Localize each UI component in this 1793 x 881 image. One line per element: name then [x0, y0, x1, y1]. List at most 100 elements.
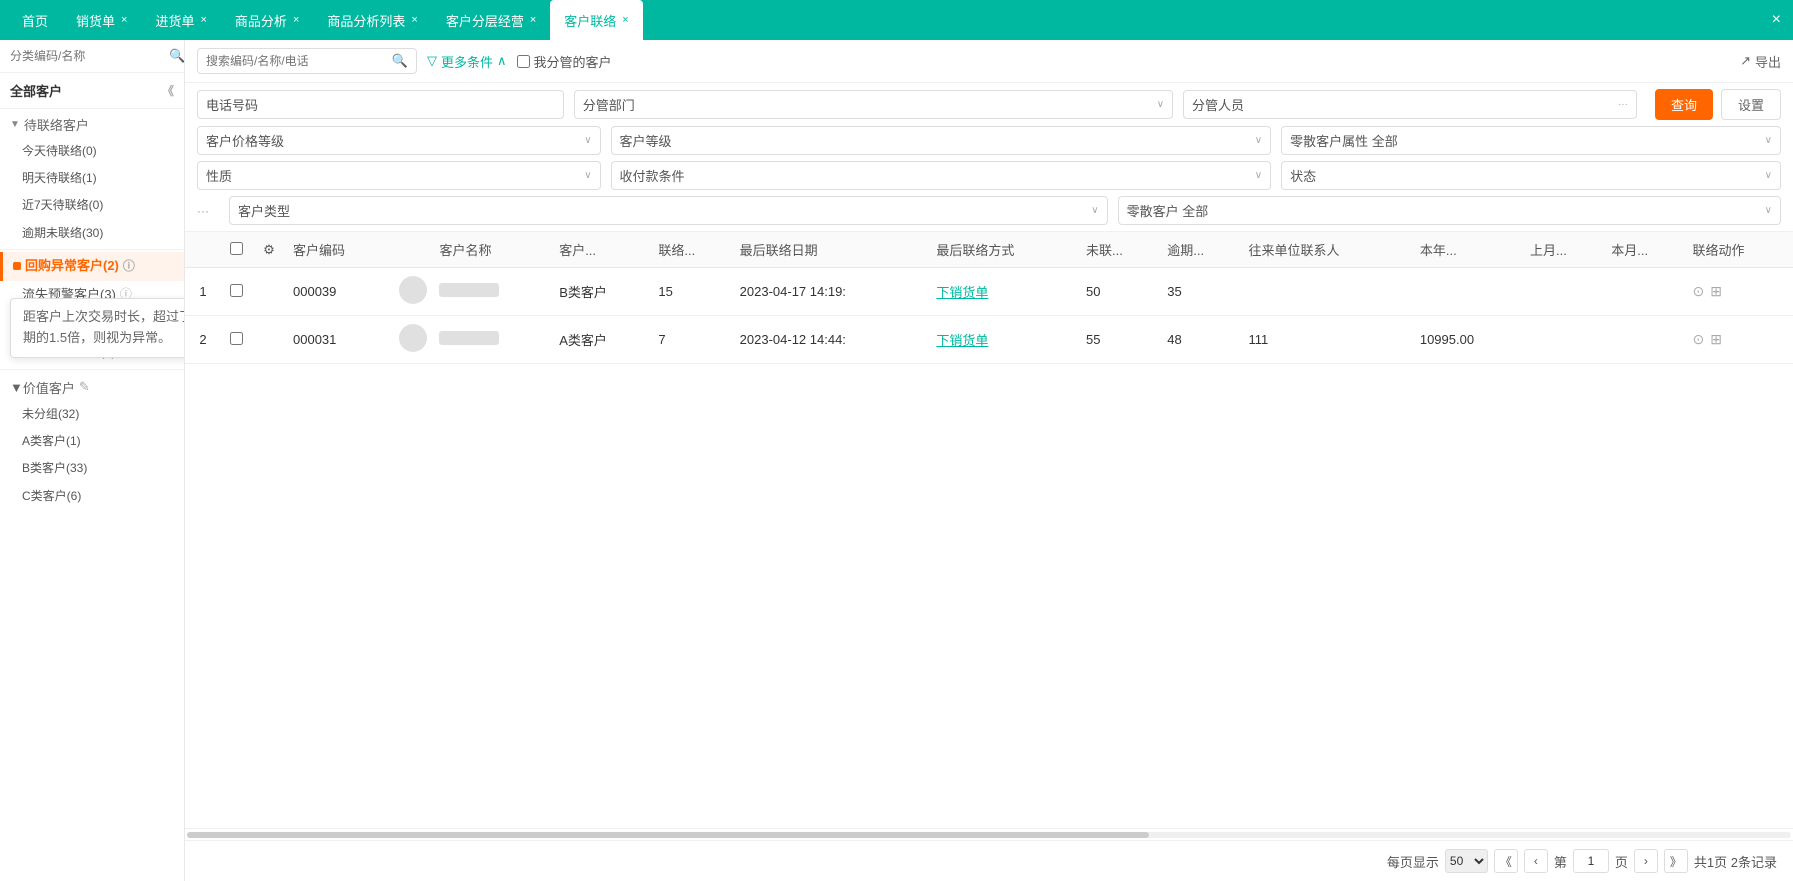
col-action-header: 联络动作 — [1686, 232, 1793, 268]
sidebar-item-ungroup[interactable]: 未分组(32) — [0, 401, 184, 428]
search-input[interactable] — [206, 54, 392, 68]
sidebar-item-7days[interactable]: 近7天待联络(0) — [0, 192, 184, 219]
status-field[interactable]: 状态 ∨ — [1281, 161, 1781, 190]
search-icon[interactable]: 🔍 — [392, 53, 408, 69]
close-analysis-icon[interactable]: × — [293, 14, 299, 26]
action-link-icon[interactable]: ⊙ — [1692, 331, 1704, 348]
sidebar-item-class-a[interactable]: A类客户(1) — [0, 428, 184, 455]
last-method-link[interactable]: 下销货单 — [936, 285, 988, 300]
nav-item-home[interactable]: 首页 — [8, 0, 62, 40]
row-this-month — [1605, 268, 1686, 316]
more-conditions-button[interactable]: ▽ 更多条件 ∧ — [427, 52, 507, 71]
row-last-method: 下销货单 — [930, 316, 1080, 364]
page-label: 第 — [1554, 852, 1567, 871]
value-edit-icon[interactable]: ✎ — [79, 379, 90, 395]
set-button[interactable]: 设置 — [1721, 89, 1781, 120]
row-last-month — [1524, 268, 1605, 316]
row-code: 000031 — [287, 316, 393, 364]
repurchase-info-icon[interactable]: ⓘ — [123, 257, 135, 276]
gender-arrow-icon: ∨ — [584, 170, 591, 181]
nav-item-analysis[interactable]: 商品分析 × — [221, 0, 313, 40]
sidebar-group-value[interactable]: ▼ 价值客户 ✎ — [0, 372, 184, 401]
col-type-header: 客户... — [553, 232, 652, 268]
first-page-button[interactable]: 《 — [1494, 849, 1518, 873]
action-grid-icon[interactable]: ⊞ — [1710, 331, 1722, 348]
col-last-month-header: 上月... — [1524, 232, 1605, 268]
nav-item-purchase[interactable]: 进货单 × — [141, 0, 220, 40]
sidebar-item-class-c[interactable]: C类客户(6) — [0, 483, 184, 510]
sidebar-group-pending[interactable]: ▼ 待联络客户 — [0, 109, 184, 138]
phone-field[interactable]: 电话号码 — [197, 90, 564, 119]
gender-label: 性质 — [206, 166, 584, 185]
person-field[interactable]: 分管人员 ··· — [1183, 90, 1637, 119]
close-purchase-icon[interactable]: × — [200, 14, 206, 26]
action-grid-icon[interactable]: ⊞ — [1710, 283, 1722, 300]
nav-item-layered[interactable]: 客户分层经营 × — [432, 0, 550, 40]
level-field[interactable]: 客户等级 ∨ — [611, 126, 1272, 155]
window-close-button[interactable]: × — [1772, 11, 1781, 29]
sidebar-item-class-b[interactable]: B类客户(33) — [0, 455, 184, 482]
col-checkbox-header — [221, 232, 251, 268]
sidebar-collapse-button[interactable]: 《 — [162, 82, 174, 99]
per-page-label: 每页显示 — [1387, 852, 1439, 871]
prev-page-button[interactable]: ‹ — [1524, 849, 1548, 873]
close-analysis-list-icon[interactable]: × — [411, 14, 417, 26]
dept-field[interactable]: 分管部门 ∨ — [574, 90, 1173, 119]
customer-type-field[interactable]: 客户类型 ∨ — [229, 196, 1108, 225]
sidebar-item-today[interactable]: 今天待联络(0) — [0, 138, 184, 165]
sidebar-search-icon[interactable]: 🔍 — [169, 48, 185, 64]
row-num: 1 — [185, 268, 221, 316]
last-page-button[interactable]: 》 — [1664, 849, 1688, 873]
gender-field[interactable]: 性质 ∨ — [197, 161, 601, 190]
action-link-icon[interactable]: ⊙ — [1692, 283, 1704, 300]
page-input[interactable] — [1573, 849, 1609, 873]
row-code: 000039 — [287, 268, 393, 316]
row-name — [433, 268, 553, 316]
nav-item-contact[interactable]: 客户联络 × — [550, 0, 642, 40]
pending-group-label: 待联络客户 — [24, 115, 89, 134]
row-avatar-cell — [393, 316, 433, 364]
nav-item-sales[interactable]: 销货单 × — [62, 0, 141, 40]
tooltip-text: 距客户上次交易时长，超过了此客户的平均交易周期的1.5倍，则视为异常。 — [23, 309, 185, 345]
close-layered-icon[interactable]: × — [530, 14, 536, 26]
top-nav: 首页 销货单 × 进货单 × 商品分析 × 商品分析列表 × 客户分层经营 × … — [0, 0, 1793, 40]
customer-type-arrow-icon: ∨ — [1091, 205, 1098, 216]
avatar — [399, 276, 427, 304]
nav-item-analysis-list[interactable]: 商品分析列表 × — [313, 0, 431, 40]
sidebar-item-tomorrow[interactable]: 明天待联络(1) — [0, 165, 184, 192]
last-method-link[interactable]: 下销货单 — [936, 333, 988, 348]
close-sales-icon[interactable]: × — [121, 14, 127, 26]
payment-field[interactable]: 收付款条件 ∨ — [611, 161, 1272, 190]
retail-attr-field[interactable]: 零散客户属性 全部 ∨ — [1281, 126, 1781, 155]
sidebar-item-overdue[interactable]: 逾期未联络(30) — [0, 220, 184, 247]
search-wrap: 🔍 — [197, 48, 417, 74]
status-label: 状态 — [1290, 166, 1765, 185]
close-contact-icon[interactable]: × — [622, 14, 628, 26]
retail-customer-field[interactable]: 零散客户 全部 ∨ — [1118, 196, 1781, 225]
row-action: ⊙ ⊞ — [1686, 268, 1793, 316]
export-button[interactable]: ↗ 导出 — [1740, 52, 1781, 71]
col-gear-header[interactable]: ⚙ — [251, 232, 287, 268]
next-page-button[interactable]: › — [1634, 849, 1658, 873]
level-arrow-icon: ∨ — [1255, 135, 1262, 146]
row-checkbox-cell — [221, 268, 251, 316]
my-customers-checkbox[interactable] — [517, 55, 530, 68]
price-level-field[interactable]: 客户价格等级 ∨ — [197, 126, 601, 155]
horizontal-scrollbar[interactable] — [185, 828, 1793, 840]
pending-arrow-icon: ▼ — [10, 119, 20, 130]
select-all-checkbox[interactable] — [230, 242, 243, 255]
col-this-month-header: 本月... — [1605, 232, 1686, 268]
retail-customer-arrow-icon: ∨ — [1765, 205, 1772, 216]
sidebar-item-repurchase-abnormal[interactable]: 回购异常客户(2) ⓘ — [0, 252, 184, 281]
query-button[interactable]: 查询 — [1655, 89, 1713, 120]
row-checkbox[interactable] — [230, 332, 243, 345]
row-checkbox[interactable] — [230, 284, 243, 297]
payment-arrow-icon: ∨ — [1255, 170, 1262, 181]
customer-type-label: 客户类型 — [238, 201, 1091, 220]
col-num-header — [185, 232, 221, 268]
sidebar-search-input[interactable] — [10, 49, 165, 63]
per-page-select[interactable]: 50 20 100 — [1445, 849, 1488, 873]
row-checkbox-cell — [221, 316, 251, 364]
scroll-track — [187, 832, 1791, 838]
price-level-label: 客户价格等级 — [206, 131, 584, 150]
